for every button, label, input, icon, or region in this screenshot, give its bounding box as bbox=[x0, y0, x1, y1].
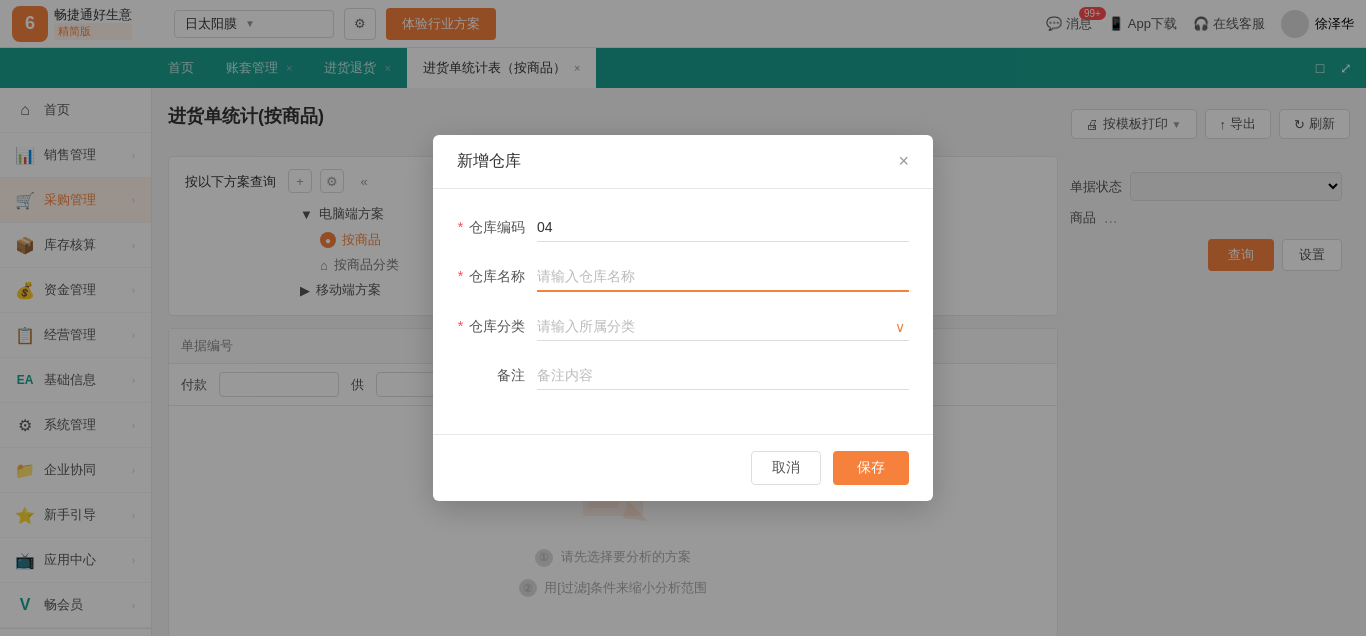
dialog-header: 新增仓库 × bbox=[433, 135, 933, 189]
name-input[interactable] bbox=[537, 262, 909, 292]
name-label: * 仓库名称 bbox=[457, 268, 537, 286]
category-label: * 仓库分类 bbox=[457, 318, 537, 336]
dialog-footer: 取消 保存 bbox=[433, 434, 933, 501]
form-row-category: * 仓库分类 ∨ bbox=[457, 312, 909, 341]
note-label: 备注 bbox=[457, 367, 537, 385]
save-button[interactable]: 保存 bbox=[833, 451, 909, 485]
code-input[interactable] bbox=[537, 213, 909, 242]
code-label: * 仓库编码 bbox=[457, 219, 537, 237]
dialog-overlay: 新增仓库 × * 仓库编码 * 仓库名称 bbox=[0, 0, 1366, 636]
note-control bbox=[537, 361, 909, 390]
name-control bbox=[537, 262, 909, 292]
form-row-code: * 仓库编码 bbox=[457, 213, 909, 242]
dialog-title: 新增仓库 bbox=[457, 151, 521, 172]
form-row-note: 备注 bbox=[457, 361, 909, 390]
form-row-name: * 仓库名称 bbox=[457, 262, 909, 292]
cancel-button[interactable]: 取消 bbox=[751, 451, 821, 485]
category-input[interactable] bbox=[537, 312, 909, 341]
category-control: ∨ bbox=[537, 312, 909, 341]
dialog-close-button[interactable]: × bbox=[898, 151, 909, 172]
dialog-body: * 仓库编码 * 仓库名称 * bbox=[433, 189, 933, 434]
note-input[interactable] bbox=[537, 361, 909, 390]
code-control bbox=[537, 213, 909, 242]
add-warehouse-dialog: 新增仓库 × * 仓库编码 * 仓库名称 bbox=[433, 135, 933, 501]
